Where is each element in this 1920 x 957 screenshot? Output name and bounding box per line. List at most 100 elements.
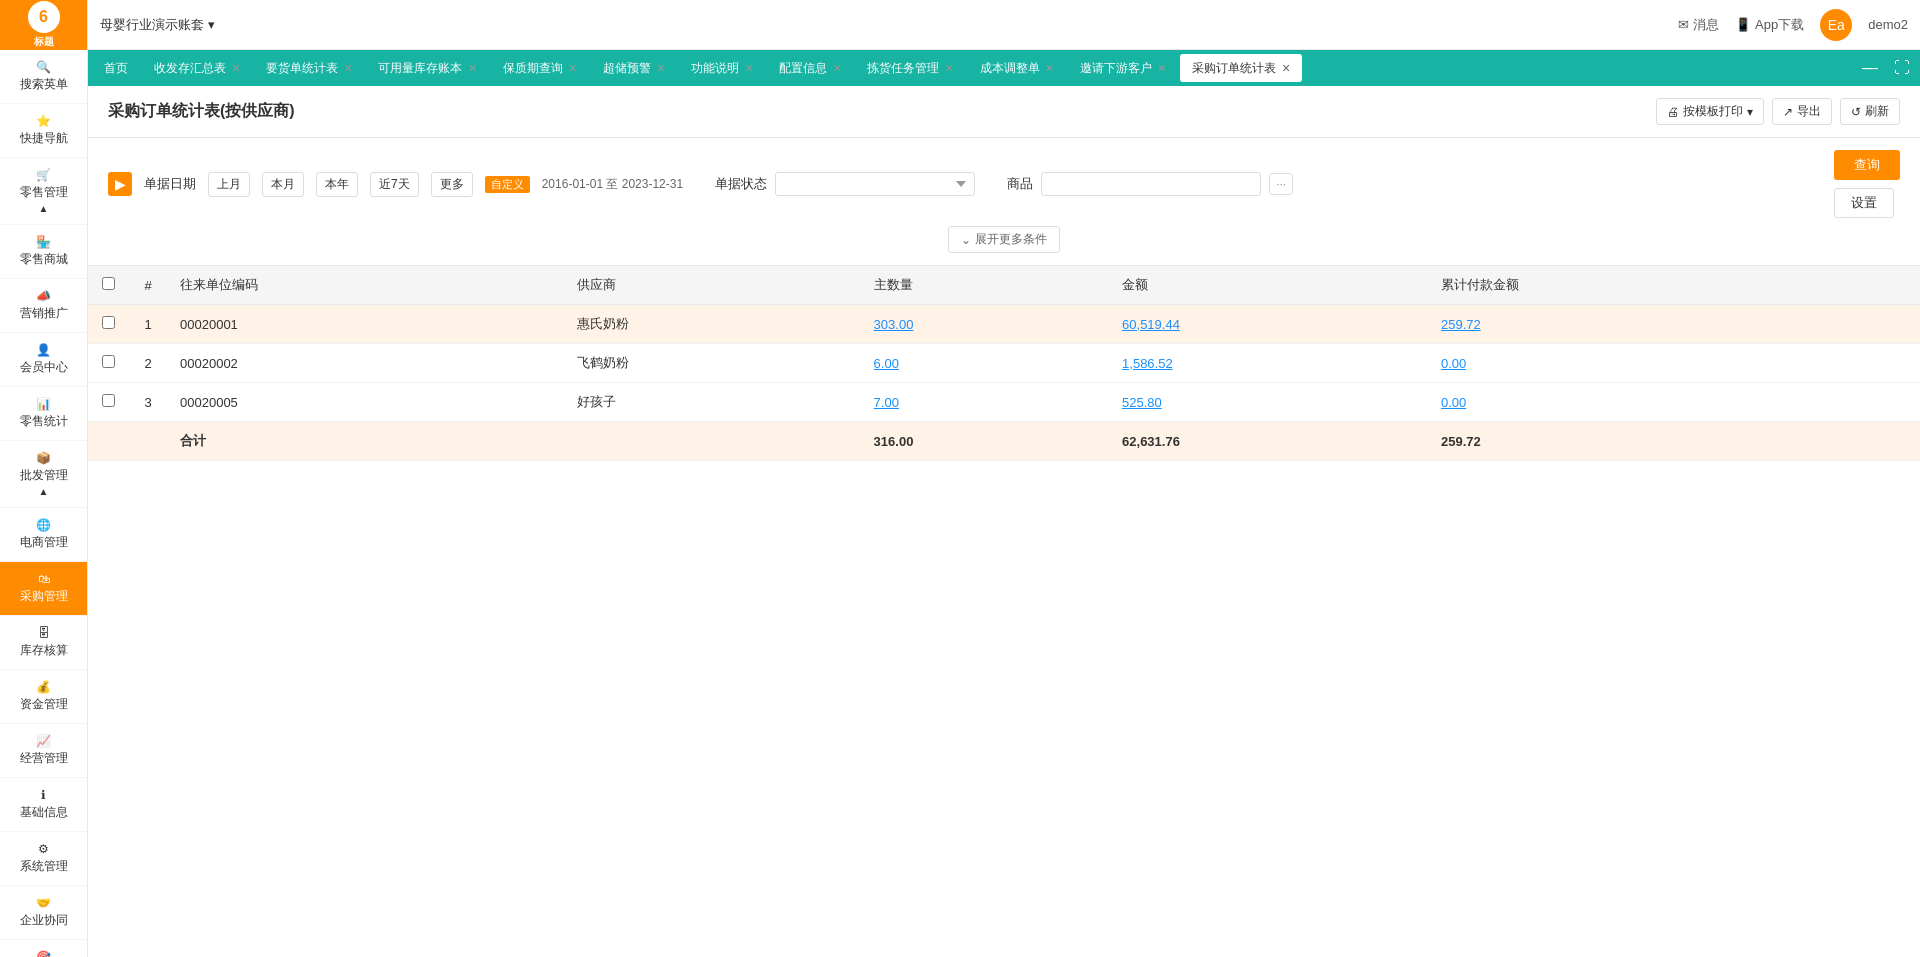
footer-label: 合计: [168, 422, 565, 461]
message-button[interactable]: ✉ 消息: [1678, 16, 1719, 34]
filter-toggle-button[interactable]: ▶: [108, 172, 132, 196]
topbar-left: 母婴行业演示账套 ▾: [100, 16, 215, 34]
tab-minimize-button[interactable]: —: [1856, 57, 1884, 79]
app-download-button[interactable]: 📱 App下载: [1735, 16, 1804, 34]
sidebar-item-label: 搜索英单: [20, 76, 68, 93]
sidebar-item-collab[interactable]: 🤝 企业协同: [0, 886, 87, 940]
tab-oversupply[interactable]: 超储预警 ×: [591, 54, 677, 82]
sidebar-item-capital[interactable]: 💰 资金管理: [0, 670, 87, 724]
tab-oversupply-close[interactable]: ×: [657, 61, 665, 75]
tab-stock-close[interactable]: ×: [468, 61, 476, 75]
store-selector[interactable]: 母婴行业演示账套 ▾: [100, 16, 215, 34]
refresh-button[interactable]: ↺ 刷新: [1840, 98, 1900, 125]
sidebar-item-purchase[interactable]: 🛍 采购管理: [0, 562, 87, 616]
tab-help-close[interactable]: ×: [745, 61, 753, 75]
basic-icon: ℹ: [41, 788, 46, 802]
footer-seq: [128, 422, 168, 461]
row-supplier: 惠氏奶粉: [565, 305, 861, 344]
expand-down-icon: ⌄: [961, 233, 971, 247]
sidebar-item-retail-shop[interactable]: 🏪 零售商城: [0, 225, 87, 279]
sidebar-item-system[interactable]: ⚙ 系统管理: [0, 832, 87, 886]
tab-invite-close[interactable]: ×: [1158, 61, 1166, 75]
amount-link[interactable]: 1,586.52: [1122, 356, 1173, 371]
tab-require-close[interactable]: ×: [344, 61, 352, 75]
row-checkbox[interactable]: [88, 344, 128, 383]
row-checkbox[interactable]: [88, 383, 128, 422]
tab-purchase-stat[interactable]: 采购订单统计表 ×: [1180, 54, 1302, 82]
sidebar-item-member[interactable]: 👤 会员中心: [0, 333, 87, 387]
paid-link[interactable]: 0.00: [1441, 395, 1466, 410]
date-btn-this-month[interactable]: 本月: [262, 172, 304, 197]
sidebar-item-retail[interactable]: 🛒 零售管理 ▲: [0, 158, 87, 225]
sidebar: 6 标题 🔍 搜索英单 ⭐ 快捷导航 🛒 零售管理 ▲ 🏪 零售商城 📣 营销推…: [0, 0, 88, 957]
tab-tasks[interactable]: 拣货任务管理 ×: [855, 54, 965, 82]
tab-cost-close[interactable]: ×: [1046, 61, 1054, 75]
export-button[interactable]: ↗ 导出: [1772, 98, 1832, 125]
phone-icon: 📱: [1735, 17, 1751, 32]
tab-stock[interactable]: 可用量库存账本 ×: [366, 54, 488, 82]
qty-link[interactable]: 7.00: [874, 395, 899, 410]
sidebar-item-search[interactable]: 🔍 搜索英单: [0, 50, 87, 104]
refresh-icon: ↺: [1851, 105, 1861, 119]
sidebar-item-label: 快捷导航: [20, 130, 68, 147]
sidebar-item-batch[interactable]: 📦 批发管理 ▲: [0, 441, 87, 508]
query-button[interactable]: 查询: [1834, 150, 1900, 180]
sidebar-item-ecommerce[interactable]: 🌐 电商管理: [0, 508, 87, 562]
template-print-button[interactable]: 🖨 按模板打印 ▾: [1656, 98, 1764, 125]
row-checkbox[interactable]: [88, 305, 128, 344]
custom-date-badge: 自定义: [485, 176, 530, 193]
footer-checkbox: [88, 422, 128, 461]
date-btn-this-year[interactable]: 本年: [316, 172, 358, 197]
date-btn-more[interactable]: 更多: [431, 172, 473, 197]
tab-receive[interactable]: 收发存汇总表 ×: [142, 54, 252, 82]
tab-maximize-button[interactable]: ⛶: [1888, 57, 1916, 79]
paid-link[interactable]: 0.00: [1441, 356, 1466, 371]
sidebar-item-newbie[interactable]: 🎯 新手引导: [0, 940, 87, 957]
tab-expiry-close[interactable]: ×: [569, 61, 577, 75]
settings-button[interactable]: 设置: [1834, 188, 1894, 218]
goods-more-button[interactable]: ···: [1269, 173, 1293, 195]
avatar-text: Ea: [1828, 17, 1845, 33]
sidebar-item-inventory[interactable]: 🗄 库存核算: [0, 616, 87, 670]
search-icon: 🔍: [36, 60, 51, 74]
qty-link[interactable]: 6.00: [874, 356, 899, 371]
tab-cost[interactable]: 成本调整单 ×: [968, 54, 1066, 82]
qty-link[interactable]: 303.00: [874, 317, 914, 332]
table-row: 2 00020002 飞鹤奶粉 6.00 1,586.52 0.00: [88, 344, 1920, 383]
user-avatar[interactable]: Ea: [1820, 9, 1852, 41]
tab-expiry[interactable]: 保质期查询 ×: [491, 54, 589, 82]
dropdown-icon: ▾: [208, 17, 215, 32]
paid-link[interactable]: 259.72: [1441, 317, 1481, 332]
select-all-checkbox[interactable]: [102, 277, 115, 290]
purchase-icon: 🛍: [38, 572, 50, 586]
user-name: demo2: [1868, 17, 1908, 32]
sidebar-item-retail-stat[interactable]: 📊 零售统计: [0, 387, 87, 441]
status-select[interactable]: [775, 172, 975, 196]
tab-require[interactable]: 要货单统计表 ×: [254, 54, 364, 82]
tab-config[interactable]: 配置信息 ×: [767, 54, 853, 82]
message-icon: ✉: [1678, 17, 1689, 32]
expand-more-conditions-button[interactable]: ⌄ 展开更多条件: [948, 226, 1060, 253]
tab-purchase-stat-close[interactable]: ×: [1282, 61, 1290, 75]
tab-expiry-label: 保质期查询: [503, 60, 563, 77]
tab-tasks-close[interactable]: ×: [945, 61, 953, 75]
row-amount: 60,519.44: [1110, 305, 1429, 344]
goods-input[interactable]: [1041, 172, 1261, 196]
tab-invite[interactable]: 邀请下游客户 ×: [1068, 54, 1178, 82]
tab-home[interactable]: 首页: [92, 54, 140, 82]
tab-help[interactable]: 功能说明 ×: [679, 54, 765, 82]
sidebar-item-ops[interactable]: 📈 经营管理: [0, 724, 87, 778]
print-icon: 🖨: [1667, 105, 1679, 119]
footer-qty: 316.00: [862, 422, 1110, 461]
tab-config-close[interactable]: ×: [833, 61, 841, 75]
amount-link[interactable]: 525.80: [1122, 395, 1162, 410]
row-supplier: 好孩子: [565, 383, 861, 422]
sidebar-item-basic[interactable]: ℹ 基础信息: [0, 778, 87, 832]
date-btn-7days[interactable]: 近7天: [370, 172, 419, 197]
sidebar-item-quick[interactable]: ⭐ 快捷导航: [0, 104, 87, 158]
tab-receive-close[interactable]: ×: [232, 61, 240, 75]
date-btn-last-month[interactable]: 上月: [208, 172, 250, 197]
amount-link[interactable]: 60,519.44: [1122, 317, 1180, 332]
filter-query-col: 查询 设置: [1834, 150, 1900, 218]
sidebar-item-marketing[interactable]: 📣 营销推广: [0, 279, 87, 333]
